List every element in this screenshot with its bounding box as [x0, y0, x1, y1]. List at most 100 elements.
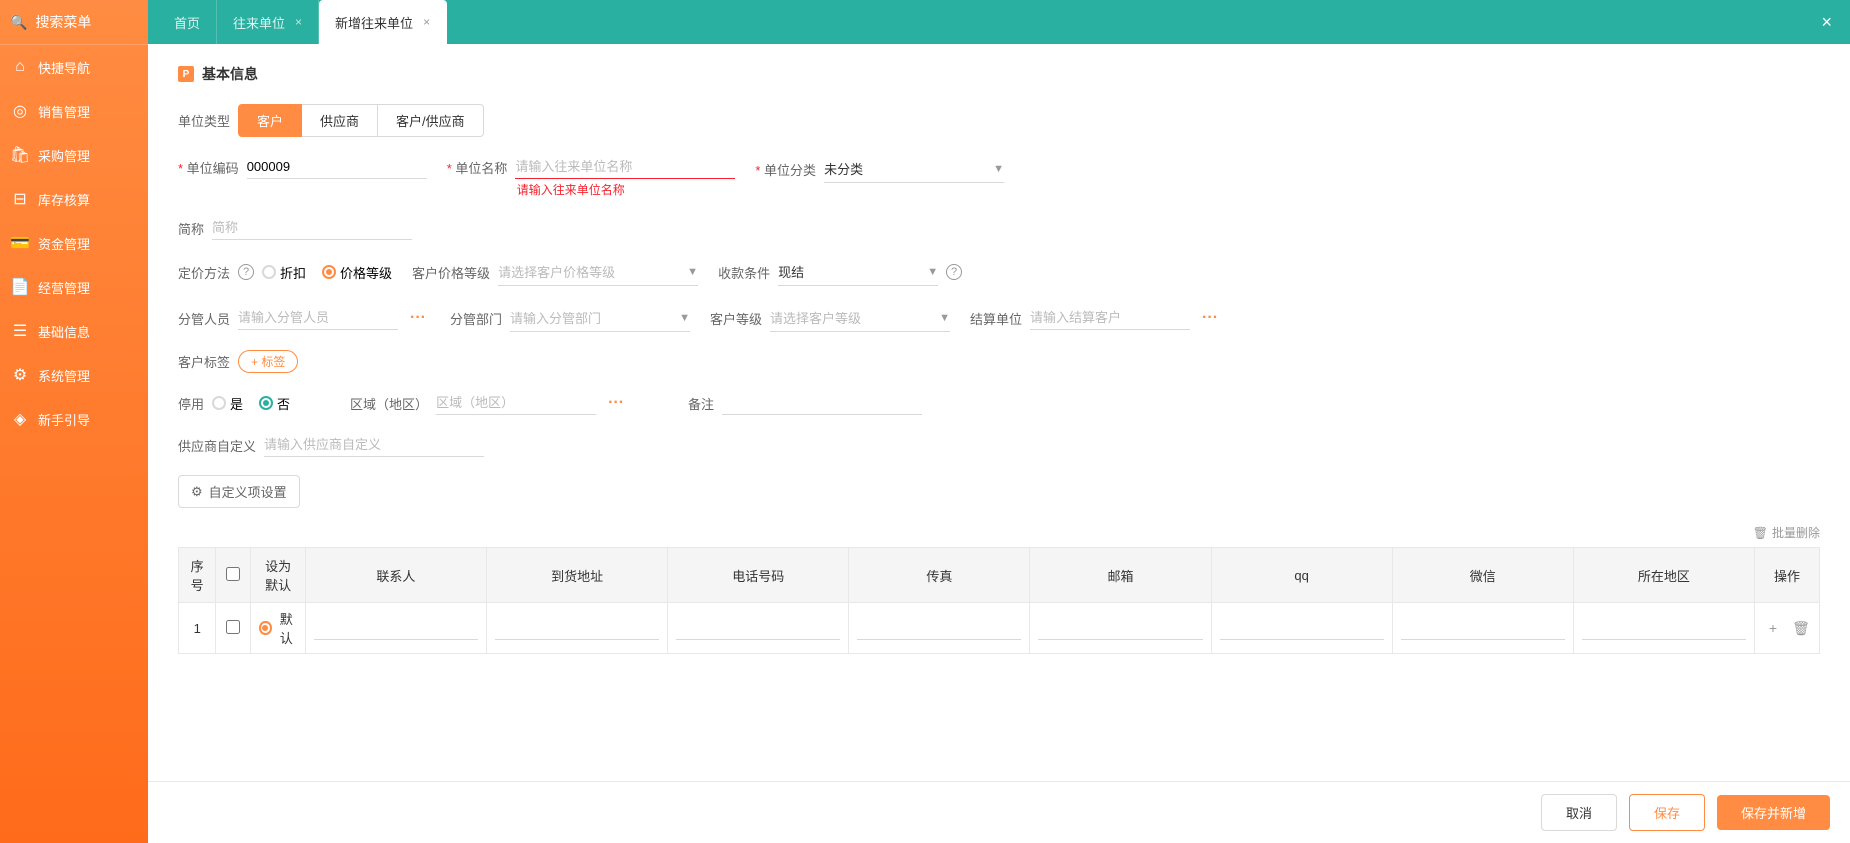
tab-home[interactable]: 首页 — [158, 0, 217, 44]
sidebar-item-label: 销售管理 — [38, 102, 90, 121]
type-btn-supplier[interactable]: 供应商 — [302, 104, 378, 137]
add-row-button[interactable]: + — [1763, 618, 1783, 638]
remarks-input[interactable] — [722, 391, 922, 415]
type-btn-both[interactable]: 客户/供应商 — [378, 104, 484, 137]
section-header: P 基本信息 — [178, 64, 1820, 84]
row-fax[interactable] — [849, 603, 1030, 654]
col-default-label: 设为默认 — [251, 548, 305, 603]
sidebar-item-basic[interactable]: ☰ 基础信息 — [0, 309, 148, 353]
window-close-button[interactable]: × — [1813, 12, 1840, 33]
row-region-input[interactable] — [1582, 616, 1746, 640]
manager-row: 分管人员 ··· 分管部门 请输入分管部门 ▼ 客户等级 请选择客户等级 ▼ — [178, 304, 1820, 332]
unit-name-wrap — [515, 155, 735, 179]
row-region[interactable] — [1573, 603, 1754, 654]
sidebar-item-sales[interactable]: ◎ 销售管理 — [0, 89, 148, 133]
sidebar-item-finance[interactable]: 💳 资金管理 — [0, 221, 148, 265]
unit-code-input[interactable] — [247, 155, 427, 179]
select-all-checkbox[interactable] — [226, 567, 240, 581]
payment-terms-group: 收款条件 现结 ▼ ? — [718, 258, 962, 286]
sidebar-item-operations[interactable]: 📄 经营管理 — [0, 265, 148, 309]
row-checkbox[interactable] — [216, 603, 251, 654]
trash-icon: 🗑 — [1753, 526, 1768, 540]
payment-terms-select[interactable]: 现结 ▼ — [778, 258, 938, 286]
tab-new-counterpart[interactable]: 新增往来单位 × — [319, 0, 447, 44]
customer-price-level-select[interactable]: 请选择客户价格等级 ▼ — [498, 258, 698, 286]
cancel-button[interactable]: 取消 — [1541, 794, 1617, 831]
manager-more-btn[interactable]: ··· — [406, 309, 430, 327]
sales-icon: ◎ — [10, 101, 30, 121]
customer-tag-label: 客户标签 — [178, 352, 230, 371]
short-name-group: 简称 — [178, 216, 412, 240]
short-name-input[interactable] — [212, 216, 412, 240]
sidebar-search-label: 搜索菜单 — [35, 12, 91, 32]
fax-input[interactable] — [857, 616, 1021, 640]
qq-input[interactable] — [1220, 616, 1384, 640]
payment-terms-label: 收款条件 — [718, 263, 770, 282]
settlement-more-btn[interactable]: ··· — [1198, 309, 1222, 327]
row-address[interactable] — [487, 603, 668, 654]
bulk-delete-area[interactable]: 🗑 批量删除 — [178, 524, 1820, 541]
supplier-custom-input[interactable] — [264, 433, 484, 457]
search-icon: 🔍 — [10, 14, 27, 31]
payment-terms-help-icon[interactable]: ? — [946, 264, 962, 280]
payment-terms-arrow: ▼ — [927, 266, 938, 278]
pricing-discount-radio[interactable]: 折扣 — [262, 263, 306, 282]
save-button[interactable]: 保存 — [1629, 794, 1705, 831]
disabled-no-label: 否 — [277, 394, 290, 413]
main-area: 首页 往来单位 × 新增往来单位 × × P 基本信息 单位类型 — [148, 0, 1850, 843]
finance-icon: 💳 — [10, 233, 30, 253]
unit-name-input[interactable] — [515, 155, 735, 179]
row-qq[interactable] — [1211, 603, 1392, 654]
address-input[interactable] — [495, 616, 659, 640]
col-phone: 电话号码 — [668, 548, 849, 603]
row-phone[interactable] — [668, 603, 849, 654]
disabled-no-radio[interactable]: 否 — [259, 394, 290, 413]
customer-price-level-label: 客户价格等级 — [412, 263, 490, 282]
customer-level-select[interactable]: 请选择客户等级 ▼ — [770, 304, 950, 332]
manager-input[interactable] — [238, 306, 398, 330]
row-select-checkbox[interactable] — [226, 620, 240, 634]
contact-input[interactable] — [314, 616, 478, 640]
unit-type-row: 单位类型 客户 供应商 客户/供应商 — [178, 104, 1820, 137]
email-input[interactable] — [1038, 616, 1202, 640]
tab-counterpart-close[interactable]: × — [295, 15, 302, 29]
tab-new-counterpart-close[interactable]: × — [423, 15, 430, 29]
tab-counterpart[interactable]: 往来单位 × — [217, 0, 319, 44]
row-email[interactable] — [1030, 603, 1211, 654]
save-add-button[interactable]: 保存并新增 — [1717, 795, 1830, 830]
wechat-input[interactable] — [1401, 616, 1565, 640]
row-seq: 1 — [179, 603, 216, 654]
pricing-level-radio[interactable]: 价格等级 — [322, 263, 392, 282]
sidebar-search[interactable]: 🔍 搜索菜单 — [0, 0, 148, 45]
sidebar-item-quick-nav[interactable]: ⌂ 快捷导航 — [0, 45, 148, 89]
row-default[interactable]: 默认 — [251, 603, 305, 654]
region-more-btn[interactable]: ··· — [604, 394, 628, 412]
pricing-help-icon[interactable]: ? — [238, 264, 254, 280]
disabled-yes-radio[interactable]: 是 — [212, 394, 243, 413]
settlement-input[interactable] — [1030, 306, 1190, 330]
custom-settings-button[interactable]: ⚙ 自定义项设置 — [178, 475, 300, 508]
phone-input[interactable] — [676, 616, 840, 640]
manager-label: 分管人员 — [178, 309, 230, 328]
pricing-method-label: 定价方法 — [178, 263, 230, 282]
default-radio[interactable]: 默认 — [259, 609, 296, 647]
sidebar-item-system[interactable]: ⚙ 系统管理 — [0, 353, 148, 397]
manager-group: 分管人员 ··· — [178, 306, 430, 330]
sidebar-item-inventory[interactable]: ⊟ 库存核算 — [0, 177, 148, 221]
row-contact[interactable] — [305, 603, 486, 654]
region-input[interactable] — [436, 391, 596, 415]
region-group: 区域（地区） ··· — [350, 391, 628, 415]
add-tag-button[interactable]: + 标签 — [238, 350, 298, 373]
section-title: 基本信息 — [202, 64, 258, 84]
row-wechat[interactable] — [1392, 603, 1573, 654]
unit-category-select[interactable]: 未分类 ▼ — [824, 155, 1004, 183]
department-arrow: ▼ — [679, 312, 690, 324]
customer-tag-group: 客户标签 + 标签 — [178, 350, 298, 373]
region-label: 区域（地区） — [350, 394, 428, 413]
type-btn-customer[interactable]: 客户 — [238, 104, 302, 137]
sidebar-item-guide[interactable]: ◈ 新手引导 — [0, 397, 148, 441]
department-select[interactable]: 请输入分管部门 ▼ — [510, 304, 690, 332]
price-level-radio-circle — [322, 265, 336, 279]
sidebar-item-purchase[interactable]: 🛍 采购管理 — [0, 133, 148, 177]
delete-row-button[interactable]: 🗑 — [1791, 618, 1811, 638]
